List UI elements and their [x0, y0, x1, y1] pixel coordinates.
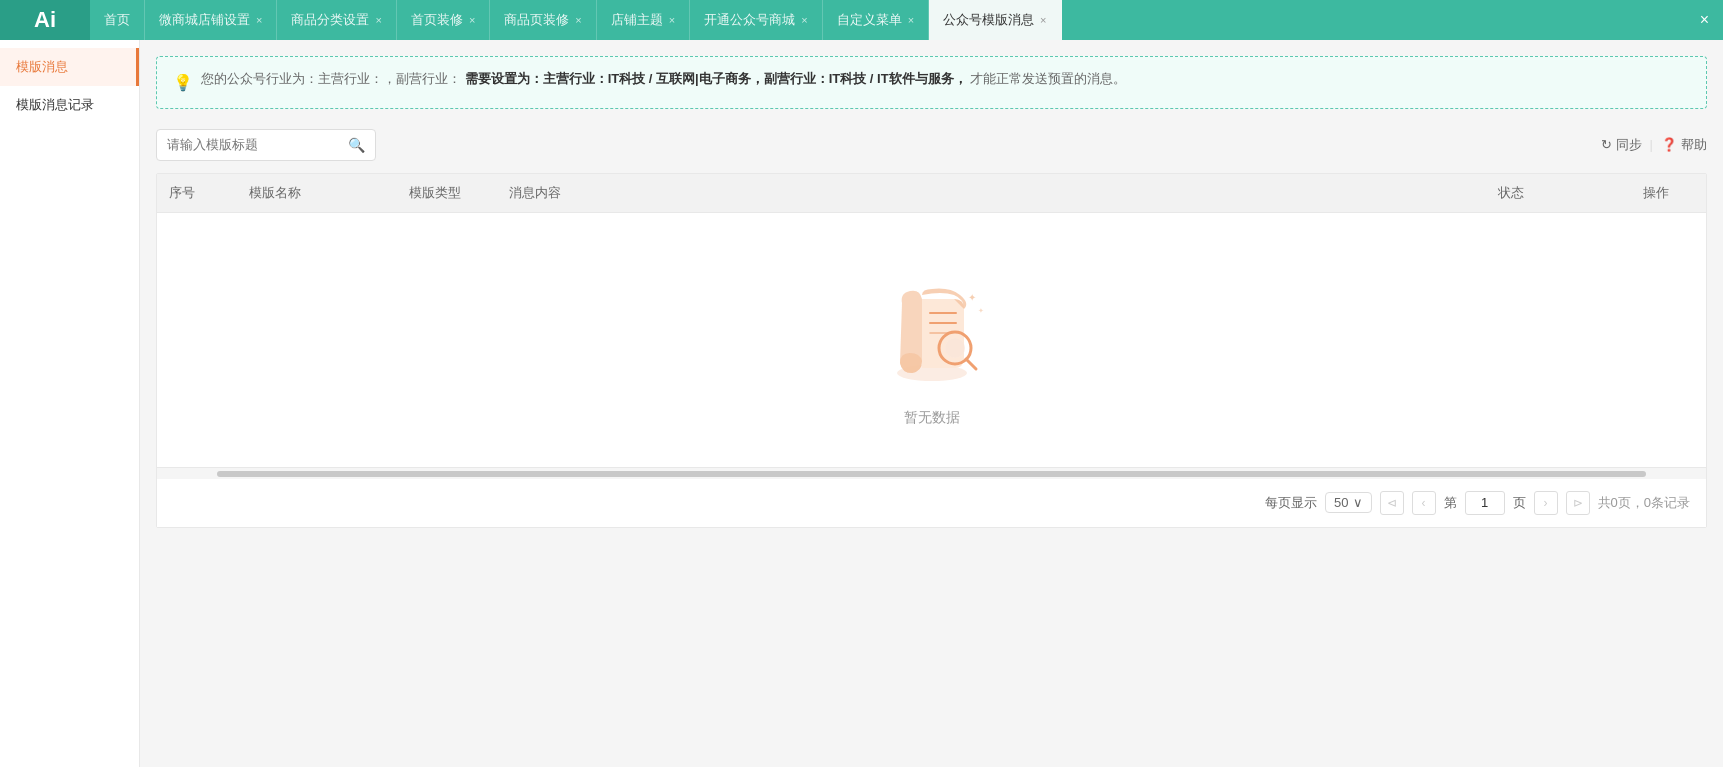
sidebar: 模版消息模版消息记录 — [0, 40, 140, 767]
search-bar: 🔍 ↻ 同步 | ❓ 帮助 — [156, 129, 1707, 161]
table-container: 序号 模版名称 模版类型 消息内容 状态 操作 — [156, 173, 1707, 528]
tab-close-homepage[interactable]: × — [469, 15, 475, 26]
tab-label: 店铺主题 — [611, 11, 663, 29]
help-button[interactable]: ❓ 帮助 — [1661, 136, 1707, 154]
empty-state: ✦ ✦ 暂无数据 — [157, 213, 1706, 467]
svg-text:✦: ✦ — [978, 307, 984, 314]
tab-custom-menu[interactable]: 自定义菜单 × — [823, 0, 929, 40]
search-input[interactable] — [167, 137, 348, 152]
prev-page-button[interactable]: ‹ — [1412, 491, 1436, 515]
tab-category[interactable]: 商品分类设置 × — [277, 0, 396, 40]
tab-label: 自定义菜单 — [837, 11, 902, 29]
empty-text: 暂无数据 — [157, 409, 1706, 427]
th-seq: 序号 — [157, 174, 237, 212]
tab-close-category[interactable]: × — [375, 15, 381, 26]
tab-close-template-msg[interactable]: × — [1040, 15, 1046, 26]
tab-homepage[interactable]: 首页装修 × — [397, 0, 490, 40]
svg-line-7 — [966, 359, 976, 369]
tab-label: 商品分类设置 — [291, 11, 369, 29]
tab-label: 微商城店铺设置 — [159, 11, 250, 29]
page-size-value: 50 — [1334, 495, 1348, 510]
total-info: 共0页，0条记录 — [1598, 494, 1690, 512]
scrollbar-thumb[interactable] — [217, 471, 1646, 477]
page-input[interactable] — [1465, 491, 1505, 515]
tab-label: 首页装修 — [411, 11, 463, 29]
tab-close-product-page[interactable]: × — [575, 15, 581, 26]
page-size-select[interactable]: 50 ∨ — [1325, 492, 1371, 513]
scrollbar-area[interactable] — [157, 467, 1706, 479]
tab-mall[interactable]: 开通公众号商城 × — [690, 0, 822, 40]
tab-label: 公众号模版消息 — [943, 11, 1034, 29]
page-size-label: 每页显示 — [1265, 494, 1317, 512]
tab-label: 商品页装修 — [504, 11, 569, 29]
sync-button[interactable]: ↻ 同步 — [1601, 136, 1642, 154]
first-page-button[interactable]: ⊲ — [1380, 491, 1404, 515]
tab-wshop[interactable]: 微商城店铺设置 × — [145, 0, 277, 40]
chevron-down-icon: ∨ — [1353, 495, 1363, 510]
toolbar-divider: | — [1650, 137, 1653, 152]
page-label-prefix: 第 — [1444, 494, 1457, 512]
last-page-button[interactable]: ⊳ — [1566, 491, 1590, 515]
svg-point-6 — [945, 338, 965, 358]
th-type: 模版类型 — [397, 174, 497, 212]
search-input-wrap[interactable]: 🔍 — [156, 129, 376, 161]
toolbar-right: ↻ 同步 | ❓ 帮助 — [1601, 136, 1707, 154]
th-action: 操作 — [1606, 174, 1706, 212]
main-layout: 模版消息模版消息记录 💡 您的公众号行业为：主营行业：，副营行业： 需要设置为：… — [0, 40, 1723, 767]
help-icon: ❓ — [1661, 137, 1677, 152]
tab-list: 首页微商城店铺设置×商品分类设置×首页装修×商品页装修×店铺主题×开通公众号商城… — [90, 0, 1686, 40]
sidebar-item-template-msg[interactable]: 模版消息 — [0, 48, 139, 86]
empty-icon: ✦ ✦ — [872, 273, 992, 393]
tab-label: 开通公众号商城 — [704, 11, 795, 29]
notice-highlight: 需要设置为：主营行业：IT科技 / 互联网|电子商务，副营行业：IT科技 / I… — [465, 71, 967, 86]
tab-label: 首页 — [104, 11, 130, 29]
notice-text: 您的公众号行业为：主营行业：，副营行业： 需要设置为：主营行业：IT科技 / 互… — [201, 69, 1126, 90]
table-header: 序号 模版名称 模版类型 消息内容 状态 操作 — [157, 174, 1706, 213]
tab-theme[interactable]: 店铺主题 × — [597, 0, 690, 40]
tab-close-custom-menu[interactable]: × — [908, 15, 914, 26]
tab-close-theme[interactable]: × — [669, 15, 675, 26]
notice-box: 💡 您的公众号行业为：主营行业：，副营行业： 需要设置为：主营行业：IT科技 /… — [156, 56, 1707, 109]
pagination: 每页显示 50 ∨ ⊲ ‹ 第 页 › ⊳ 共0页，0条记录 — [157, 479, 1706, 527]
tab-close-wshop[interactable]: × — [256, 15, 262, 26]
content-area: 💡 您的公众号行业为：主营行业：，副营行业： 需要设置为：主营行业：IT科技 /… — [140, 40, 1723, 767]
search-icon[interactable]: 🔍 — [348, 137, 365, 153]
tab-template-msg[interactable]: 公众号模版消息 × — [929, 0, 1061, 40]
top-nav: Ai 首页微商城店铺设置×商品分类设置×首页装修×商品页装修×店铺主题×开通公众… — [0, 0, 1723, 40]
tab-product-page[interactable]: 商品页装修 × — [490, 0, 596, 40]
sync-icon: ↻ — [1601, 137, 1612, 152]
sidebar-item-template-record[interactable]: 模版消息记录 — [0, 86, 139, 124]
th-status: 状态 — [1486, 174, 1606, 212]
next-page-button[interactable]: › — [1534, 491, 1558, 515]
bulb-icon: 💡 — [173, 70, 193, 96]
th-name: 模版名称 — [237, 174, 397, 212]
logo: Ai — [0, 0, 90, 40]
tab-close-mall[interactable]: × — [801, 15, 807, 26]
tab-home[interactable]: 首页 — [90, 0, 145, 40]
global-close-button[interactable]: × — [1686, 11, 1723, 29]
svg-text:✦: ✦ — [968, 292, 976, 303]
th-content: 消息内容 — [497, 174, 1486, 212]
page-label-suffix: 页 — [1513, 494, 1526, 512]
